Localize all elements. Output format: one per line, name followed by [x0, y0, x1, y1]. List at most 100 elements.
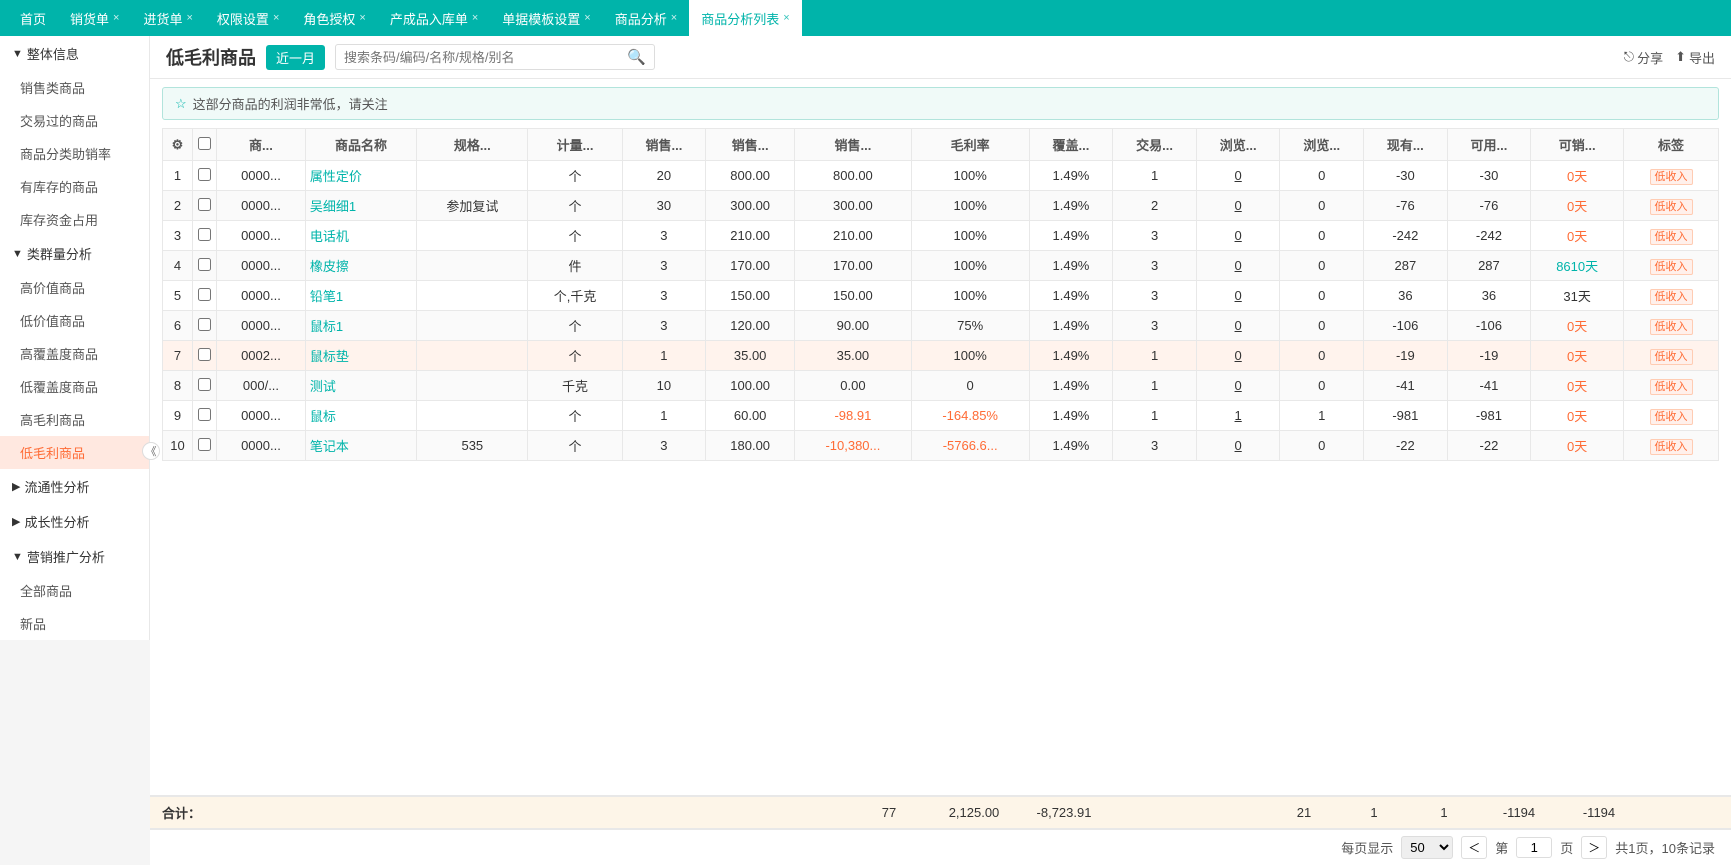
row-views1[interactable]: 0 [1196, 221, 1280, 251]
row-name[interactable]: 测试 [305, 371, 416, 401]
table-wrapper[interactable]: ⚙ 商... 商品名称 规格... 计量... 销售... 销售... 销售..… [150, 128, 1731, 795]
sidebar-group-growth[interactable]: ▶ 成长性分析 [0, 504, 149, 539]
sidebar-item-high-coverage[interactable]: 高覆盖度商品 [0, 337, 149, 370]
col-spec[interactable]: 规格... [417, 129, 528, 161]
nav-permission[interactable]: 权限设置 × [205, 0, 291, 36]
sidebar-item-sales-products[interactable]: 销售类商品 [0, 71, 149, 104]
row-select-checkbox[interactable] [198, 288, 211, 301]
close-icon[interactable]: × [472, 12, 478, 24]
row-checkbox[interactable] [193, 311, 217, 341]
col-unit[interactable]: 计量... [528, 129, 622, 161]
row-checkbox[interactable] [193, 191, 217, 221]
close-icon[interactable]: × [186, 12, 192, 24]
row-views1[interactable]: 0 [1196, 251, 1280, 281]
row-views1[interactable]: 0 [1196, 281, 1280, 311]
row-views1[interactable]: 0 [1196, 341, 1280, 371]
sidebar-item-traded-products[interactable]: 交易过的商品 [0, 104, 149, 137]
row-views1[interactable]: 1 [1196, 401, 1280, 431]
row-checkbox[interactable] [193, 281, 217, 311]
col-views2[interactable]: 浏览... [1280, 129, 1364, 161]
filter-button[interactable]: 近一月 [266, 45, 325, 70]
row-select-checkbox[interactable] [198, 348, 211, 361]
sidebar-group-cluster-analysis[interactable]: ▼ 类群量分析 [0, 236, 149, 271]
col-sales-price[interactable]: 销售... [706, 129, 795, 161]
row-name[interactable]: 属性定价 [305, 161, 416, 191]
row-name[interactable]: 吴细细1 [305, 191, 416, 221]
close-icon[interactable]: × [783, 12, 789, 24]
col-sales-profit[interactable]: 销售... [795, 129, 912, 161]
sidebar-item-new-products[interactable]: 新品 [0, 607, 149, 640]
col-transaction[interactable]: 交易... [1113, 129, 1197, 161]
col-name[interactable]: 商品名称 [305, 129, 416, 161]
col-code[interactable]: 商... [217, 129, 306, 161]
row-name[interactable]: 鼠标1 [305, 311, 416, 341]
close-icon[interactable]: × [584, 12, 590, 24]
nav-product-analysis[interactable]: 商品分析 × [603, 0, 689, 36]
col-tag[interactable]: 标签 [1624, 129, 1719, 161]
settings-icon[interactable]: ⚙ [172, 137, 184, 152]
row-select-checkbox[interactable] [198, 228, 211, 241]
nav-home[interactable]: 首页 [8, 0, 58, 36]
sidebar-item-stock-capital[interactable]: 库存资金占用 [0, 203, 149, 236]
row-name[interactable]: 橡皮擦 [305, 251, 416, 281]
per-page-select[interactable]: 50 20 100 [1401, 836, 1453, 859]
close-icon[interactable]: × [273, 12, 279, 24]
sidebar-item-stocked-products[interactable]: 有库存的商品 [0, 170, 149, 203]
row-checkbox[interactable] [193, 341, 217, 371]
row-checkbox[interactable] [193, 401, 217, 431]
prev-page-button[interactable]: ＜ [1461, 836, 1487, 859]
next-page-button[interactable]: ＞ [1581, 836, 1607, 859]
row-views1[interactable]: 0 [1196, 311, 1280, 341]
col-views1[interactable]: 浏览... [1196, 129, 1280, 161]
nav-product-stock[interactable]: 产成品入库单 × [378, 0, 490, 36]
row-select-checkbox[interactable] [198, 258, 211, 271]
export-button[interactable]: ⬆ 导出 [1675, 48, 1715, 67]
row-select-checkbox[interactable] [198, 438, 211, 451]
sidebar-item-low-value[interactable]: 低价值商品 [0, 304, 149, 337]
row-select-checkbox[interactable] [198, 198, 211, 211]
sidebar-item-all-products[interactable]: 全部商品 [0, 574, 149, 607]
row-checkbox[interactable] [193, 371, 217, 401]
row-select-checkbox[interactable] [198, 378, 211, 391]
select-all-checkbox[interactable] [198, 137, 211, 150]
sidebar-item-low-margin[interactable]: 低毛利商品 [0, 436, 149, 469]
row-name[interactable]: 笔记本 [305, 431, 416, 461]
close-icon[interactable]: × [113, 12, 119, 24]
row-views1[interactable]: 0 [1196, 431, 1280, 461]
sidebar-group-liquidity[interactable]: ▶ 流通性分析 [0, 469, 149, 504]
sidebar-group-overview[interactable]: ▼ 整体信息 [0, 36, 149, 71]
row-select-checkbox[interactable] [198, 168, 211, 181]
col-settings[interactable]: ⚙ [163, 129, 193, 161]
current-page-input[interactable] [1516, 837, 1552, 858]
share-button[interactable]: ⎋ 分享 [1624, 48, 1663, 67]
row-views1[interactable]: 0 [1196, 191, 1280, 221]
row-select-checkbox[interactable] [198, 318, 211, 331]
row-views1[interactable]: 0 [1196, 371, 1280, 401]
sidebar-item-low-coverage[interactable]: 低覆盖度商品 [0, 370, 149, 403]
row-checkbox[interactable] [193, 161, 217, 191]
sidebar-item-high-margin[interactable]: 高毛利商品 [0, 403, 149, 436]
sidebar-item-category-sales-rate[interactable]: 商品分类助销率 [0, 137, 149, 170]
col-gross-rate[interactable]: 毛利率 [911, 129, 1029, 161]
row-views1[interactable]: 0 [1196, 161, 1280, 191]
row-checkbox[interactable] [193, 221, 217, 251]
col-current-stock[interactable]: 现有... [1364, 129, 1448, 161]
close-icon[interactable]: × [671, 12, 677, 24]
nav-role-auth[interactable]: 角色授权 × [291, 0, 377, 36]
row-select-checkbox[interactable] [198, 408, 211, 421]
search-icon[interactable]: 🔍 [627, 48, 646, 66]
col-sellable[interactable]: 可销... [1531, 129, 1624, 161]
col-coverage[interactable]: 覆盖... [1029, 129, 1113, 161]
row-name[interactable]: 鼠标 [305, 401, 416, 431]
col-checkbox[interactable] [193, 129, 217, 161]
nav-sales-order[interactable]: 销货单 × [58, 0, 131, 36]
sidebar-collapse-button[interactable]: 《 [142, 442, 160, 460]
row-checkbox[interactable] [193, 251, 217, 281]
row-name[interactable]: 电话机 [305, 221, 416, 251]
sidebar-group-marketing[interactable]: ▼ 营销推广分析 [0, 539, 149, 574]
col-sales-qty[interactable]: 销售... [622, 129, 706, 161]
close-icon[interactable]: × [359, 12, 365, 24]
nav-product-analysis-list[interactable]: 商品分析列表 × [689, 0, 801, 36]
row-name[interactable]: 铅笔1 [305, 281, 416, 311]
sidebar-item-high-value[interactable]: 高价值商品 [0, 271, 149, 304]
